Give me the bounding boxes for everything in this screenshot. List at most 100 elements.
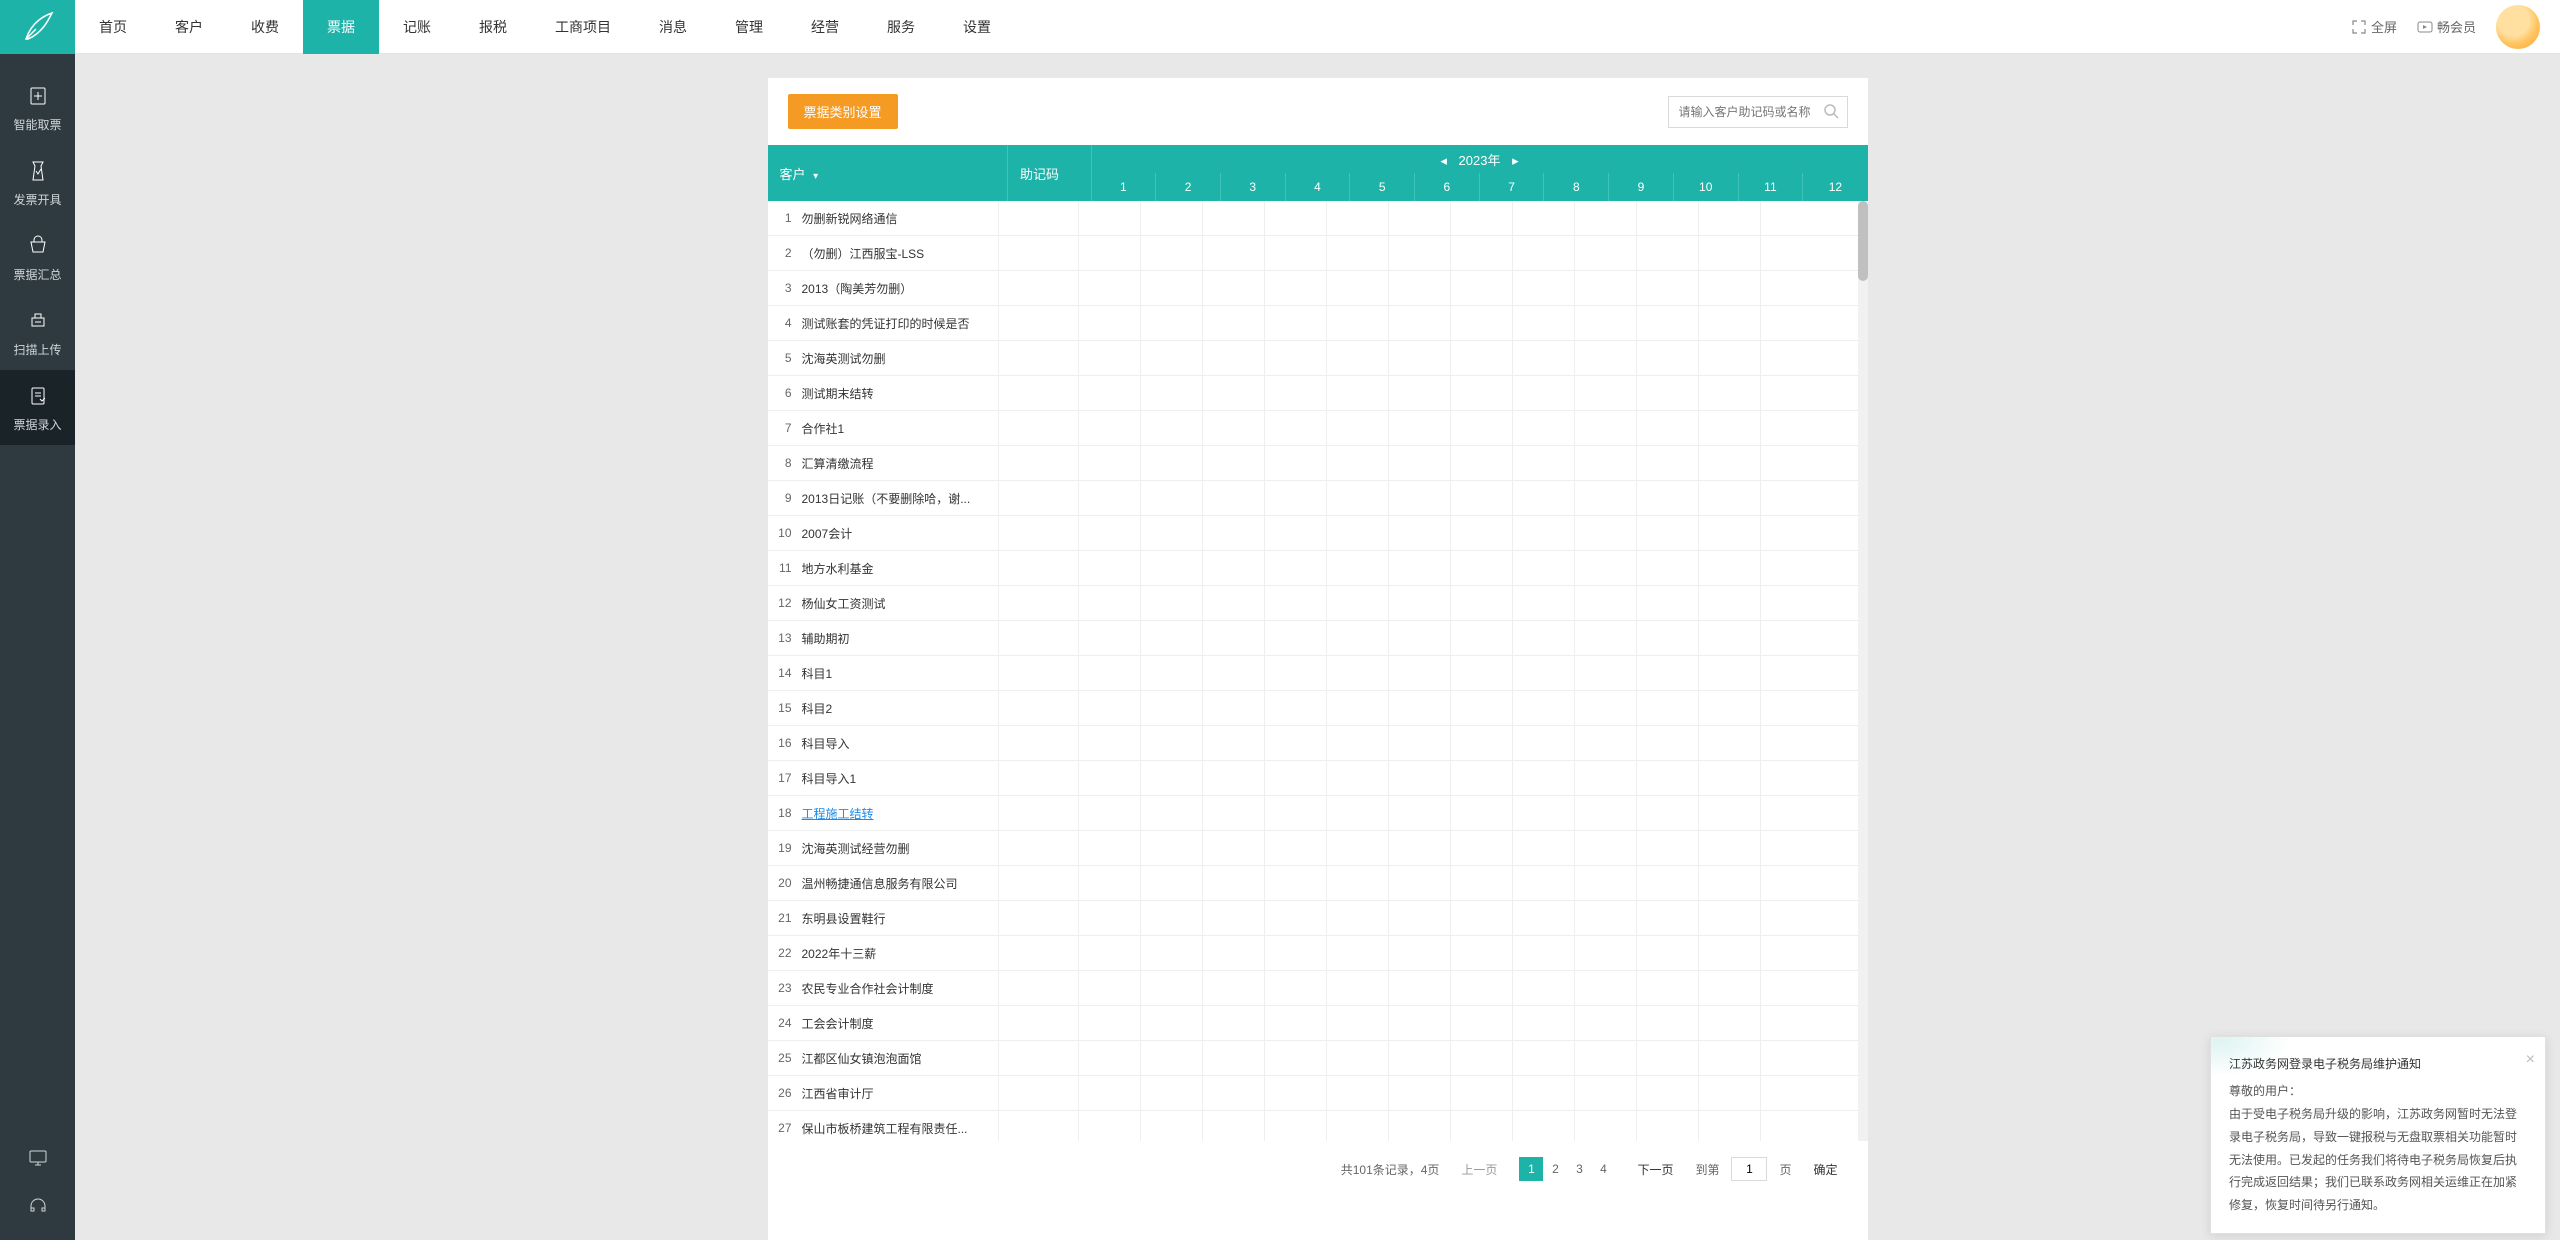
row-month-cell[interactable] <box>1512 446 1574 481</box>
row-month-cell[interactable] <box>1264 271 1326 306</box>
search-icon[interactable] <box>1822 102 1840 120</box>
row-month-cell[interactable] <box>1140 271 1202 306</box>
avatar[interactable] <box>2496 5 2540 49</box>
row-month-cell[interactable] <box>1450 971 1512 1006</box>
pager-page-4[interactable]: 4 <box>1591 1157 1615 1181</box>
row-month-cell[interactable] <box>1388 586 1450 621</box>
row-month-cell[interactable] <box>1202 971 1264 1006</box>
row-month-cell[interactable] <box>1760 726 1822 761</box>
row-month-cell[interactable] <box>1574 236 1636 271</box>
row-month-cell[interactable] <box>1450 411 1512 446</box>
row-month-cell[interactable] <box>1140 481 1202 516</box>
row-month-cell[interactable] <box>1636 866 1698 901</box>
row-month-cell[interactable] <box>1574 936 1636 971</box>
topnav-item-9[interactable]: 经营 <box>787 0 863 54</box>
row-month-cell[interactable] <box>1636 551 1698 586</box>
row-month-cell[interactable] <box>1326 726 1388 761</box>
row-month-cell[interactable] <box>1760 1041 1822 1076</box>
row-month-cell[interactable] <box>1388 691 1450 726</box>
row-month-cell[interactable] <box>1202 796 1264 831</box>
toast-close-button[interactable]: × <box>2526 1045 2535 1075</box>
row-month-cell[interactable] <box>1202 586 1264 621</box>
row-month-cell[interactable] <box>1512 481 1574 516</box>
row-month-cell[interactable] <box>1512 901 1574 936</box>
row-month-cell[interactable] <box>1512 341 1574 376</box>
row-month-cell[interactable] <box>1760 1076 1822 1111</box>
row-month-cell[interactable] <box>1264 1111 1326 1142</box>
row-month-cell[interactable] <box>1574 586 1636 621</box>
row-month-cell[interactable] <box>1760 656 1822 691</box>
row-month-cell[interactable] <box>1140 726 1202 761</box>
row-month-cell[interactable] <box>1078 376 1140 411</box>
row-month-cell[interactable] <box>1450 236 1512 271</box>
row-month-cell[interactable] <box>1140 1041 1202 1076</box>
row-month-cell[interactable] <box>1326 621 1388 656</box>
row-month-cell[interactable] <box>1574 796 1636 831</box>
row-month-cell[interactable] <box>1760 866 1822 901</box>
table-row[interactable]: 32013（陶美芳勿删） <box>768 271 1868 306</box>
sidebar-item-4[interactable]: 票据录入 <box>0 370 75 445</box>
row-month-cell[interactable] <box>1698 586 1760 621</box>
fullscreen-button[interactable]: 全屏 <box>2351 17 2397 36</box>
row-month-cell[interactable] <box>1636 341 1698 376</box>
row-month-cell[interactable] <box>1760 306 1822 341</box>
col-month-6[interactable]: 6 <box>1415 173 1480 201</box>
row-month-cell[interactable] <box>1078 656 1140 691</box>
row-month-cell[interactable] <box>1636 936 1698 971</box>
row-month-cell[interactable] <box>1512 691 1574 726</box>
row-month-cell[interactable] <box>1326 831 1388 866</box>
row-month-cell[interactable] <box>1140 831 1202 866</box>
row-month-cell[interactable] <box>1450 726 1512 761</box>
year-next-button[interactable]: ▸ <box>1504 153 1527 168</box>
row-month-cell[interactable] <box>1760 796 1822 831</box>
row-month-cell[interactable] <box>1636 1006 1698 1041</box>
row-month-cell[interactable] <box>1698 376 1760 411</box>
row-month-cell[interactable] <box>1698 796 1760 831</box>
row-month-cell[interactable] <box>1140 306 1202 341</box>
row-month-cell[interactable] <box>1078 971 1140 1006</box>
row-month-cell[interactable] <box>1264 761 1326 796</box>
row-month-cell[interactable] <box>1202 551 1264 586</box>
row-month-cell[interactable] <box>1760 761 1822 796</box>
row-month-cell[interactable] <box>1698 201 1760 236</box>
row-month-cell[interactable] <box>1388 341 1450 376</box>
table-row[interactable]: 92013日记账（不要删除哈，谢... <box>768 481 1868 516</box>
row-month-cell[interactable] <box>1202 236 1264 271</box>
row-month-cell[interactable] <box>1326 271 1388 306</box>
row-month-cell[interactable] <box>1140 586 1202 621</box>
row-month-cell[interactable] <box>1698 831 1760 866</box>
table-row[interactable]: 4测试账套的凭证打印的时候是否 <box>768 306 1868 341</box>
row-month-cell[interactable] <box>1512 1006 1574 1041</box>
table-row[interactable]: 20温州畅捷通信息服务有限公司 <box>768 866 1868 901</box>
row-month-cell[interactable] <box>1388 1041 1450 1076</box>
row-month-cell[interactable] <box>1202 1006 1264 1041</box>
row-month-cell[interactable] <box>1326 1006 1388 1041</box>
row-month-cell[interactable] <box>1698 411 1760 446</box>
row-month-cell[interactable] <box>1326 586 1388 621</box>
row-month-cell[interactable] <box>1512 201 1574 236</box>
row-month-cell[interactable] <box>1140 901 1202 936</box>
row-month-cell[interactable] <box>1574 866 1636 901</box>
row-month-cell[interactable] <box>1078 586 1140 621</box>
row-month-cell[interactable] <box>1512 1041 1574 1076</box>
row-month-cell[interactable] <box>1140 551 1202 586</box>
row-month-cell[interactable] <box>1574 411 1636 446</box>
row-month-cell[interactable] <box>1450 936 1512 971</box>
row-month-cell[interactable] <box>1574 551 1636 586</box>
row-month-cell[interactable] <box>1388 1111 1450 1142</box>
row-month-cell[interactable] <box>1574 201 1636 236</box>
row-month-cell[interactable] <box>1450 341 1512 376</box>
row-month-cell[interactable] <box>1202 516 1264 551</box>
row-month-cell[interactable] <box>1574 516 1636 551</box>
row-month-cell[interactable] <box>1574 1076 1636 1111</box>
table-row[interactable]: 26江西省审计厅 <box>768 1076 1868 1111</box>
row-month-cell[interactable] <box>1140 936 1202 971</box>
row-month-cell[interactable] <box>1636 411 1698 446</box>
row-month-cell[interactable] <box>1450 1076 1512 1111</box>
row-month-cell[interactable] <box>1450 376 1512 411</box>
pager-page-2[interactable]: 2 <box>1543 1157 1567 1181</box>
row-month-cell[interactable] <box>1512 411 1574 446</box>
row-month-cell[interactable] <box>1760 691 1822 726</box>
row-month-cell[interactable] <box>1140 761 1202 796</box>
row-month-cell[interactable] <box>1078 1111 1140 1142</box>
